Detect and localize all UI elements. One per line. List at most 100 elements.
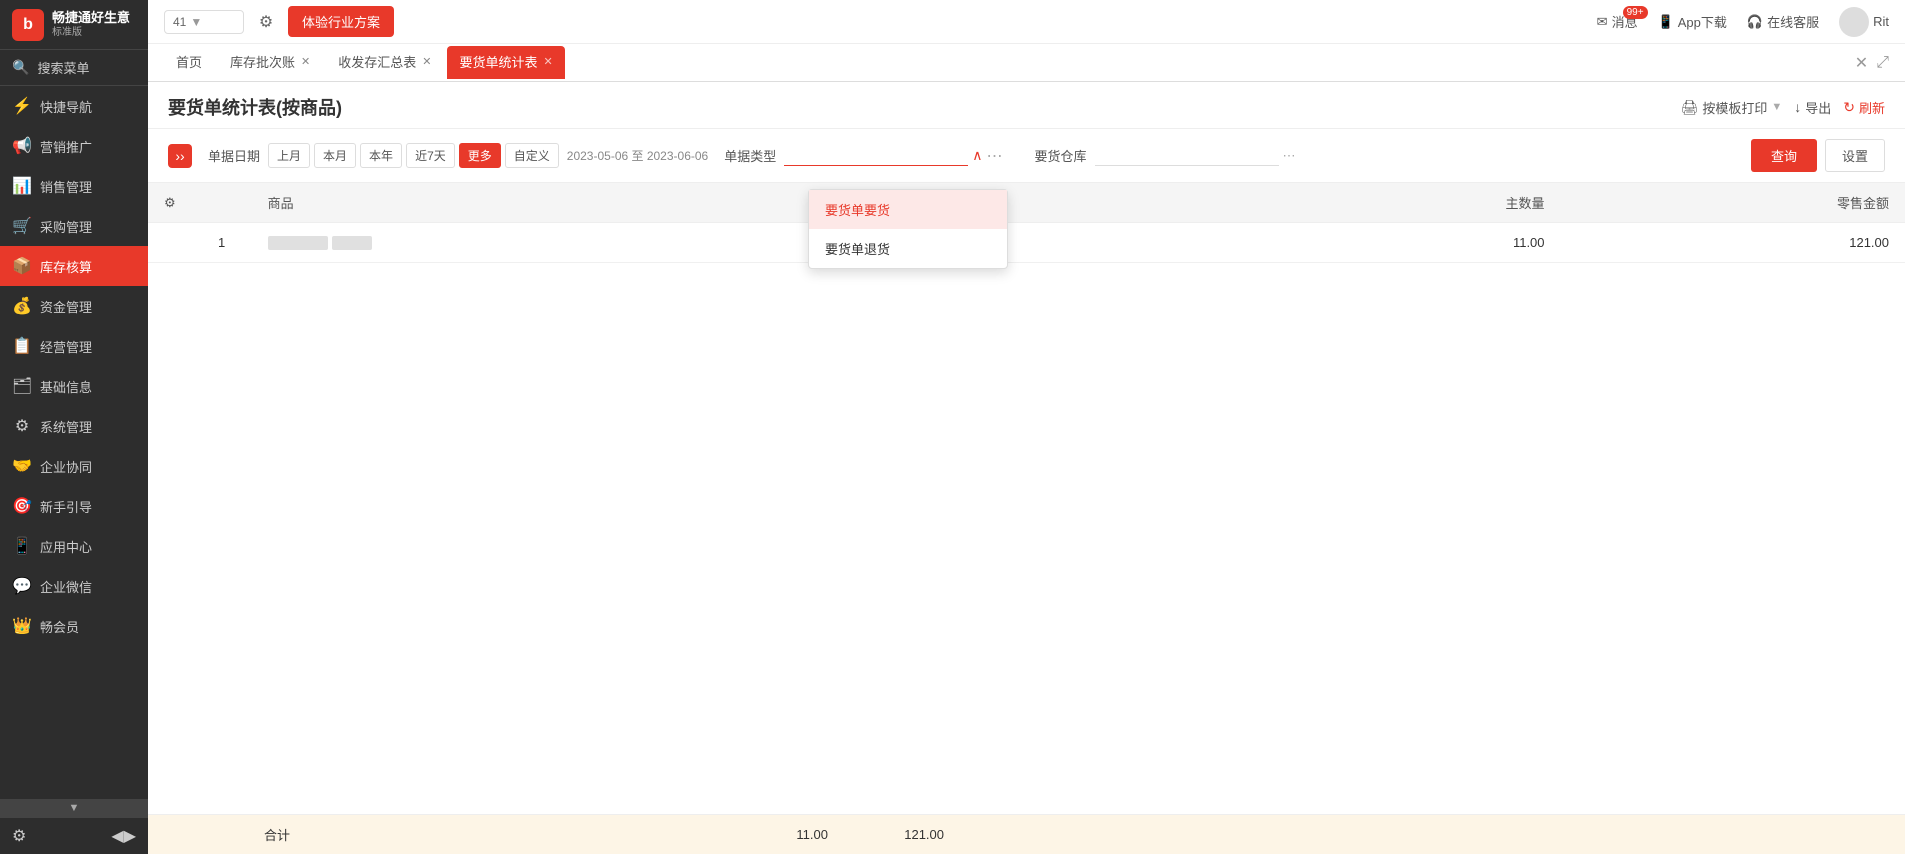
type-select-input[interactable] [784, 146, 968, 166]
date-filter-label: 单据日期 [208, 146, 260, 165]
messages-badge: 99+ [1623, 6, 1648, 19]
footer-amount: 121.00 [844, 827, 944, 842]
sidebar-item-base[interactable]: 🗂 基础信息 [0, 366, 148, 406]
footer-qty: 11.00 [744, 827, 844, 842]
sidebar-scroll-down[interactable]: ▼ [0, 799, 148, 817]
messages-btn[interactable]: ✉ 消息 99+ [1597, 12, 1638, 31]
sidebar-item-quick-nav[interactable]: ⚡ 快捷导航 [0, 86, 148, 126]
collapse-icon[interactable]: ◀▶ [111, 826, 136, 846]
warehouse-more-icon[interactable]: ⋯ [1283, 148, 1296, 164]
app-download-btn[interactable]: 📱 App下载 [1658, 12, 1727, 31]
tabs-bar: 首页 库存批次账 ✕ 收发存汇总表 ✕ 要货单统计表 ✕ ✕ ⤢ [148, 44, 1905, 82]
filter-bar: ›› 单据日期 上月 本月 本年 近7天 更多 自定义 2023-05-06 至… [148, 129, 1905, 183]
online-service-btn[interactable]: 🎧 在线客服 [1747, 12, 1819, 31]
tab-home[interactable]: 首页 [164, 46, 214, 79]
sidebar-item-marketing[interactable]: 📢 营销推广 [0, 126, 148, 166]
headset-icon: 🎧 [1747, 14, 1763, 30]
date-btn-custom[interactable]: 自定义 [505, 143, 559, 168]
sidebar-search[interactable]: 🔍 搜索菜单 [0, 50, 148, 86]
tabs-bar-right: ✕ ⤢ [1855, 53, 1889, 73]
company-selector-value: 41 [173, 15, 186, 29]
dropdown-item-order-return[interactable]: 要货单退货 [809, 229, 1007, 268]
query-btn[interactable]: 查询 [1751, 139, 1817, 172]
user-avatar[interactable]: Rit [1839, 7, 1889, 37]
refresh-btn[interactable]: ↻ 刷新 [1843, 98, 1885, 117]
print-icon: 🖨 [1681, 99, 1699, 116]
tab-order-stats-label: 要货单统计表 [459, 52, 537, 71]
topbar-right: ✉ 消息 99+ 📱 App下载 🎧 在线客服 Rit [1597, 7, 1889, 37]
topbar-left: 41 ▼ ⚙ 体验行业方案 [164, 6, 1597, 37]
expand-filter-btn[interactable]: ›› [168, 144, 192, 168]
tab-recv-summary[interactable]: 收发存汇总表 ✕ [326, 46, 443, 79]
date-btn-7days[interactable]: 近7天 [406, 143, 455, 168]
page-header-actions: 🖨 按模板打印 ▼ ↓ 导出 ↻ 刷新 [1681, 98, 1885, 117]
sidebar-item-finance[interactable]: 💰 资金管理 [0, 286, 148, 326]
date-btn-more[interactable]: 更多 [459, 143, 501, 168]
date-btn-current-month[interactable]: 本月 [314, 143, 356, 168]
ops-icon: 📋 [12, 336, 32, 356]
tab-stock-batch-label: 库存批次账 [230, 52, 295, 71]
date-btn-upper[interactable]: 上月 [268, 143, 310, 168]
filter-actions: 查询 设置 [1751, 139, 1885, 172]
tab-stock-batch-close[interactable]: ✕ [301, 55, 310, 68]
filter-settings-btn[interactable]: 设置 [1825, 139, 1885, 172]
sidebar-item-inventory[interactable]: 📦 库存核算 [0, 246, 148, 286]
company-selector[interactable]: 41 ▼ [164, 10, 244, 34]
main-content: 41 ▼ ⚙ 体验行业方案 ✉ 消息 99+ 📱 App下载 🎧 在线客服 R [148, 0, 1905, 854]
gear-button[interactable]: ⚙ [252, 8, 280, 36]
sidebar-item-app-center[interactable]: 📱 应用中心 [0, 526, 148, 566]
page-header: 要货单统计表(按商品) 🖨 按模板打印 ▼ ↓ 导出 ↻ 刷新 [148, 82, 1905, 129]
refresh-icon: ↻ [1843, 99, 1855, 116]
sidebar-item-vip[interactable]: 👑 畅会员 [0, 606, 148, 646]
ops-label: 经营管理 [40, 337, 92, 356]
trial-button[interactable]: 体验行业方案 [288, 6, 394, 37]
export-btn[interactable]: ↓ 导出 [1794, 98, 1831, 117]
tab-recv-summary-close[interactable]: ✕ [422, 55, 431, 68]
sidebar-item-wecom[interactable]: 💬 企业微信 [0, 566, 148, 606]
tab-order-stats-close[interactable]: ✕ [544, 55, 553, 68]
print-btn[interactable]: 🖨 按模板打印 ▼ [1681, 98, 1783, 117]
settings-bottom-icon[interactable]: ⚙ [12, 826, 26, 846]
row-num: 1 [192, 223, 252, 263]
sidebar-item-system[interactable]: ⚙ 系统管理 [0, 406, 148, 446]
app-center-label: 应用中心 [40, 537, 92, 556]
type-select-more-icon[interactable]: ⋯ [986, 146, 1002, 166]
inventory-icon: 📦 [12, 256, 32, 276]
finance-icon: 💰 [12, 296, 32, 316]
col-settings[interactable]: ⚙ [148, 183, 192, 223]
warehouse-select-input[interactable] [1095, 146, 1279, 166]
system-icon: ⚙ [12, 416, 32, 436]
finance-label: 资金管理 [40, 297, 92, 316]
sidebar-item-guide[interactable]: 🎯 新手引导 [0, 486, 148, 526]
base-icon: 🗂 [12, 376, 32, 396]
sidebar-item-purchase[interactable]: 🛒 采购管理 [0, 206, 148, 246]
dropdown-item-order-goods[interactable]: 要货单要货 [809, 190, 1007, 229]
guide-label: 新手引导 [40, 497, 92, 516]
tab-recv-summary-label: 收发存汇总表 [338, 52, 416, 71]
quick-nav-label: 快捷导航 [40, 97, 92, 116]
tab-close-all-icon[interactable]: ✕ [1855, 53, 1868, 73]
inventory-label: 库存核算 [40, 257, 92, 276]
date-btn-current-year[interactable]: 本年 [360, 143, 402, 168]
type-dropdown: 要货单要货 要货单退货 [808, 189, 1008, 269]
vip-icon: 👑 [12, 616, 32, 636]
data-table: ⚙ 商品 主计量单位 主数量 零售金额 1 [148, 183, 1905, 263]
type-select-arrow-icon[interactable]: ∧ [972, 147, 982, 164]
sidebar-item-collab[interactable]: 🤝 企业协同 [0, 446, 148, 486]
product-block-1 [268, 236, 328, 250]
sidebar-item-ops[interactable]: 📋 经营管理 [0, 326, 148, 366]
message-icon: ✉ [1597, 14, 1608, 30]
row-settings [148, 223, 192, 263]
base-label: 基础信息 [40, 377, 92, 396]
tab-maximize-icon[interactable]: ⤢ [1876, 54, 1889, 72]
tab-stock-batch[interactable]: 库存批次账 ✕ [218, 46, 322, 79]
product-block-2 [332, 236, 372, 250]
col-num [192, 183, 252, 223]
sales-label: 销售管理 [40, 177, 92, 196]
table-container: ⚙ 商品 主计量单位 主数量 零售金额 1 [148, 183, 1905, 814]
tab-order-stats[interactable]: 要货单统计表 ✕ [447, 46, 564, 79]
footer-label: 合计 [264, 825, 444, 844]
sidebar-item-sales[interactable]: 📊 销售管理 [0, 166, 148, 206]
app-download-label: App下载 [1678, 12, 1727, 31]
quick-nav-icon: ⚡ [12, 96, 32, 116]
